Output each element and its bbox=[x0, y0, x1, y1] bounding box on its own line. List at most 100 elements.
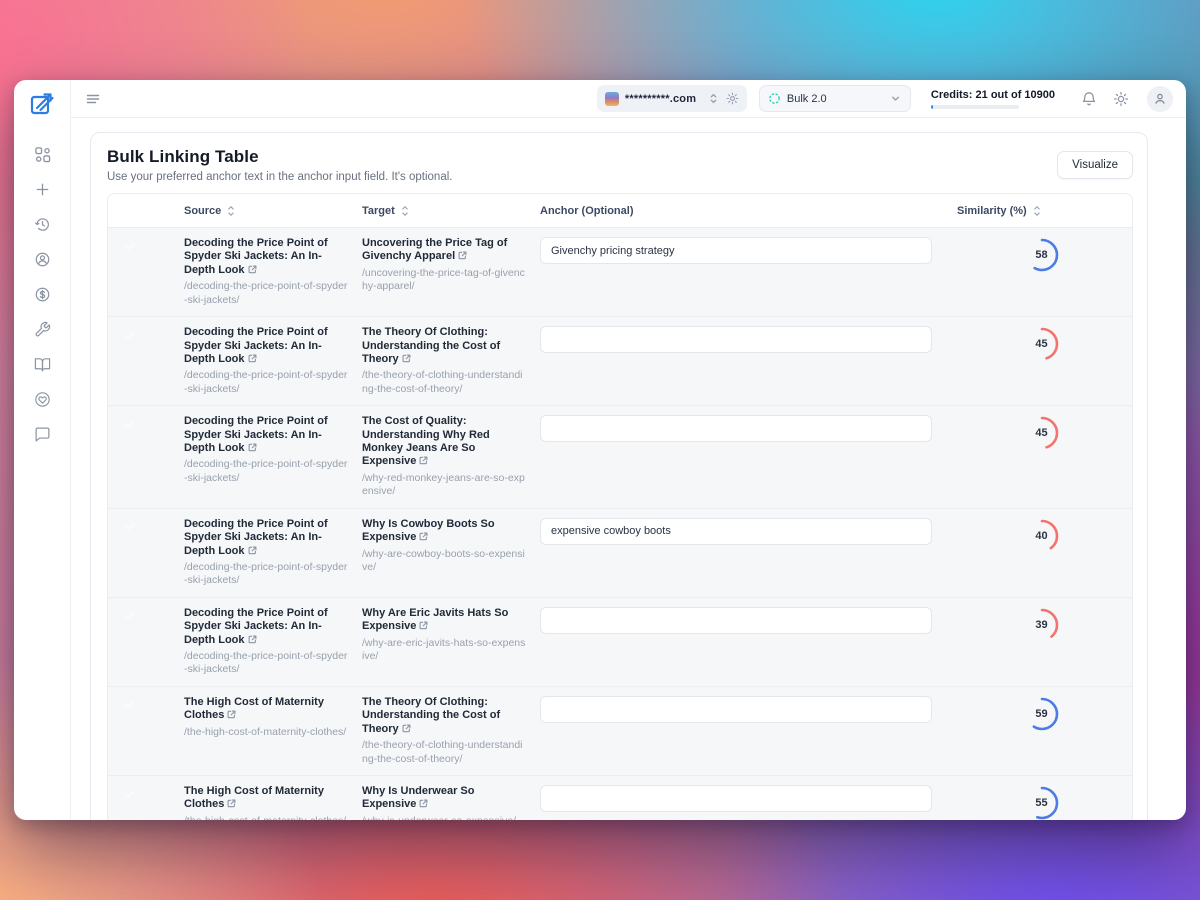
domain-selector[interactable]: **********.com bbox=[596, 85, 747, 112]
site-favicon bbox=[604, 91, 619, 106]
sidebar-nav bbox=[33, 145, 51, 443]
credits-progress-bar bbox=[930, 104, 1019, 109]
table-row: Decoding the Price Point of Spyder Ski J… bbox=[108, 508, 1132, 598]
content-area: Bulk Linking Table Use your preferred an… bbox=[71, 118, 1186, 820]
source-url: /decoding-the-price-point-of-spyder-ski-… bbox=[184, 560, 348, 587]
sidebar-item-billing[interactable] bbox=[33, 285, 51, 303]
source-title: The High Cost of Maternity Clothes bbox=[184, 784, 324, 811]
target-url: /the-theory-of-clothing-understanding-th… bbox=[362, 369, 523, 395]
page-title: Bulk Linking Table bbox=[107, 147, 259, 166]
external-link-icon[interactable] bbox=[248, 354, 257, 363]
brightness-icon[interactable] bbox=[1113, 91, 1129, 107]
source-url: /decoding-the-price-point-of-spyder-ski-… bbox=[184, 280, 348, 306]
target-title: Uncovering the Price Tag of Givenchy App… bbox=[362, 237, 508, 263]
table-row: The High Cost of Maternity Clothes /the-… bbox=[108, 686, 1132, 776]
user-avatar[interactable] bbox=[1147, 85, 1173, 112]
gear-icon[interactable] bbox=[726, 92, 739, 105]
mode-selector[interactable]: Bulk 2.0 bbox=[758, 85, 911, 112]
similarity-score: 39 bbox=[1024, 607, 1060, 643]
target-url: /why-are-eric-javits-hats-so-expensive/ bbox=[362, 636, 526, 663]
sidebar-item-docs[interactable] bbox=[33, 355, 51, 373]
external-link-icon[interactable] bbox=[227, 799, 236, 808]
table-body: Decoding the Price Point of Spyder Ski J… bbox=[108, 228, 1132, 820]
credits-label: Credits: 21 out of 10900 bbox=[930, 88, 1055, 101]
similarity-score: 45 bbox=[1024, 326, 1060, 362]
similarity-value: 45 bbox=[1035, 338, 1048, 351]
sidebar-item-feedback[interactable] bbox=[33, 425, 51, 443]
sidebar-item-tools[interactable] bbox=[33, 320, 51, 338]
anchor-input[interactable] bbox=[540, 326, 932, 354]
table-row: Decoding the Price Point of Spyder Ski J… bbox=[108, 406, 1132, 509]
table-header-row: Source Target Anchor (Optional) Similari… bbox=[108, 194, 1132, 228]
sidebar-item-account[interactable] bbox=[33, 250, 51, 268]
target-title: Why Is Underwear So Expensive bbox=[362, 784, 475, 811]
chevron-down-icon bbox=[891, 96, 899, 101]
target-url: /why-is-underwear-so-expensive/ bbox=[362, 815, 526, 820]
sidebar-item-favorites[interactable] bbox=[33, 390, 51, 408]
external-link-icon[interactable] bbox=[419, 621, 428, 630]
domain-name: **********.com bbox=[624, 92, 697, 105]
linking-table: Source Target Anchor (Optional) Similari… bbox=[107, 193, 1133, 820]
external-link-icon[interactable] bbox=[248, 265, 257, 274]
external-link-icon[interactable] bbox=[402, 354, 411, 363]
topbar: **********.com Bulk 2.0 Credits: 21 out … bbox=[71, 80, 1186, 118]
source-url: /the-high-cost-of-maternity-clothes/ bbox=[184, 815, 348, 820]
sort-icon[interactable] bbox=[1032, 205, 1042, 217]
external-link-icon[interactable] bbox=[419, 456, 428, 465]
target-url: /why-red-monkey-jeans-are-so-expensive/ bbox=[362, 471, 525, 498]
external-link-icon[interactable] bbox=[458, 251, 467, 260]
credits-indicator: Credits: 21 out of 10900 bbox=[930, 88, 1055, 109]
anchor-input[interactable] bbox=[540, 784, 932, 812]
source-url: /decoding-the-price-point-of-spyder-ski-… bbox=[184, 369, 348, 395]
external-link-icon[interactable] bbox=[248, 443, 257, 452]
sidebar-item-history[interactable] bbox=[33, 215, 51, 233]
sidebar-item-apps[interactable] bbox=[33, 145, 51, 163]
sidebar bbox=[14, 80, 71, 820]
external-link-icon[interactable] bbox=[419, 532, 428, 541]
anchor-input[interactable] bbox=[540, 237, 932, 264]
target-url: /why-are-cowboy-boots-so-expensive/ bbox=[362, 547, 525, 573]
similarity-value: 55 bbox=[1035, 796, 1048, 809]
external-link-icon[interactable] bbox=[402, 724, 411, 733]
external-link-icon[interactable] bbox=[227, 710, 236, 719]
bell-icon[interactable] bbox=[1081, 91, 1097, 107]
similarity-score: 55 bbox=[1024, 785, 1060, 820]
similarity-score: 45 bbox=[1024, 415, 1060, 451]
anchor-input[interactable] bbox=[540, 415, 932, 443]
similarity-score: 59 bbox=[1024, 696, 1060, 732]
source-url: /decoding-the-price-point-of-spyder-ski-… bbox=[184, 458, 348, 484]
external-link-icon[interactable] bbox=[248, 546, 257, 555]
sort-icon[interactable] bbox=[400, 205, 410, 217]
mode-label: Bulk 2.0 bbox=[786, 92, 827, 105]
anchor-input[interactable] bbox=[540, 606, 932, 634]
similarity-value: 40 bbox=[1035, 529, 1048, 542]
sidebar-item-add[interactable] bbox=[33, 180, 51, 198]
table-row: Decoding the Price Point of Spyder Ski J… bbox=[108, 597, 1132, 687]
similarity-value: 45 bbox=[1035, 427, 1048, 440]
source-title: The High Cost of Maternity Clothes bbox=[184, 695, 324, 722]
source-url: /decoding-the-price-point-of-spyder-ski-… bbox=[184, 650, 348, 676]
anchor-column-header: Anchor (Optional) bbox=[540, 205, 634, 217]
external-link-icon[interactable] bbox=[248, 635, 257, 644]
target-title: The Theory Of Clothing: Understanding th… bbox=[362, 326, 501, 365]
app-window: **********.com Bulk 2.0 Credits: 21 out … bbox=[14, 80, 1186, 820]
app-logo-icon[interactable] bbox=[28, 89, 56, 117]
table-row: Decoding the Price Point of Spyder Ski J… bbox=[108, 228, 1132, 318]
table-row: Decoding the Price Point of Spyder Ski J… bbox=[108, 317, 1132, 407]
visualize-button[interactable]: Visualize bbox=[1057, 151, 1133, 179]
bulk-linking-card: Bulk Linking Table Use your preferred an… bbox=[90, 132, 1148, 820]
anchor-input[interactable] bbox=[540, 695, 932, 723]
anchor-input[interactable] bbox=[540, 517, 932, 545]
similarity-value: 39 bbox=[1035, 618, 1048, 631]
menu-icon[interactable] bbox=[85, 91, 101, 107]
table-row: The High Cost of Maternity Clothes /the-… bbox=[108, 775, 1132, 820]
target-title: Why Are Eric Javits Hats So Expensive bbox=[362, 606, 509, 633]
dotted-circle-icon bbox=[769, 93, 780, 104]
page-subtitle: Use your preferred anchor text in the an… bbox=[107, 171, 453, 183]
credits-progress-fill bbox=[930, 104, 933, 109]
similarity-column-header: Similarity (%) bbox=[957, 205, 1027, 217]
chevron-updown-icon[interactable] bbox=[707, 92, 720, 105]
similarity-value: 58 bbox=[1035, 249, 1048, 261]
sort-icon[interactable] bbox=[226, 205, 236, 217]
external-link-icon[interactable] bbox=[419, 799, 428, 808]
